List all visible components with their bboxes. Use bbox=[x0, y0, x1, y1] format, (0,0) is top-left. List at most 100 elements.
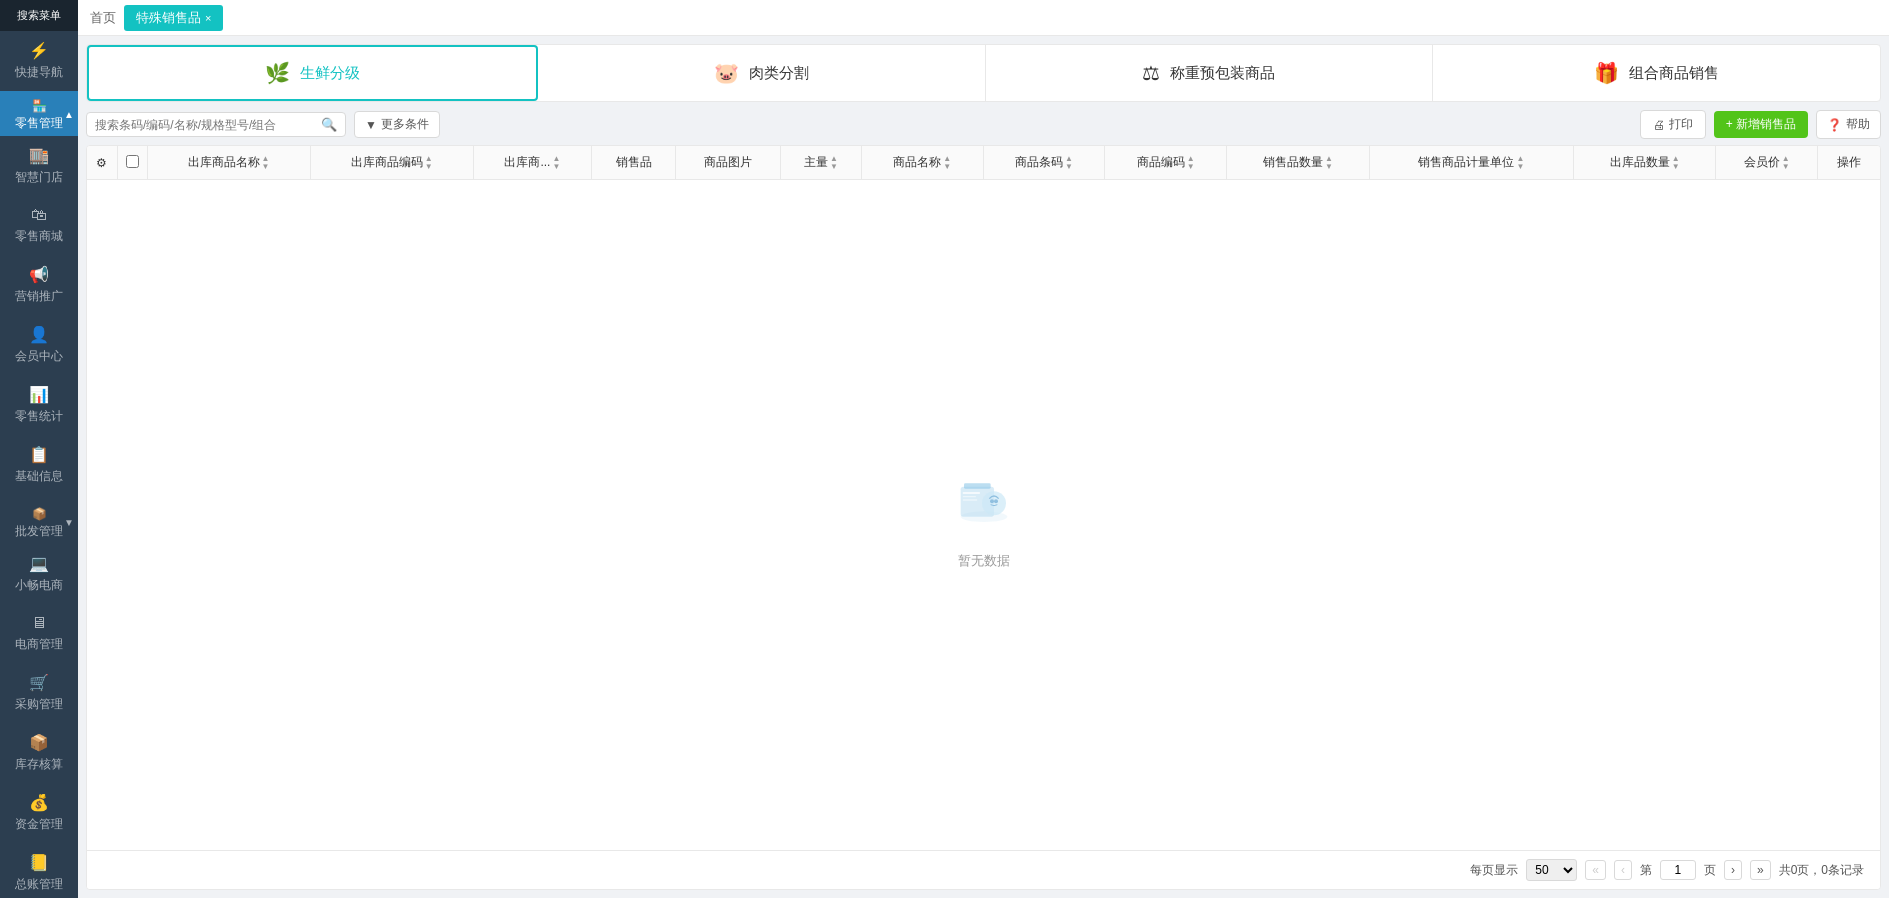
th-goods-name[interactable]: 商品名称 ▲▼ bbox=[861, 146, 983, 180]
svg-rect-2 bbox=[964, 483, 991, 488]
tab-weigh-pack[interactable]: ⚖ 称重预包装商品 bbox=[986, 45, 1434, 101]
sidebar-item-label: 零售统计 bbox=[15, 408, 63, 425]
table-container: ⚙ 出库商品名称 ▲▼ 出库 bbox=[86, 145, 1881, 890]
category-tabs: 🌿 生鲜分级 🐷 肉类分割 ⚖ 称重预包装商品 🎁 组合商品销售 bbox=[86, 44, 1881, 102]
sidebar-item-sales-promo[interactable]: 📢 营销推广 bbox=[0, 255, 78, 315]
gear-icon: ⚙ bbox=[96, 156, 107, 170]
sidebar-item-inventory[interactable]: 📦 库存核算 bbox=[0, 723, 78, 783]
add-sales-button[interactable]: + 新增销售品 bbox=[1714, 111, 1808, 138]
th-goods-barcode[interactable]: 商品条码 ▲▼ bbox=[983, 146, 1105, 180]
help-icon: ❓ bbox=[1827, 118, 1842, 132]
sidebar-item-quick-nav[interactable]: ⚡ 快捷导航 bbox=[0, 31, 78, 91]
per-page-label: 每页显示 bbox=[1470, 862, 1518, 879]
th-label: 出库商品编码 bbox=[351, 154, 423, 171]
sidebar-item-finance[interactable]: 💰 资金管理 bbox=[0, 783, 78, 843]
fresh-grade-icon: 🌿 bbox=[265, 61, 290, 85]
tab-meat-cut[interactable]: 🐷 肉类分割 bbox=[538, 45, 986, 101]
page-prefix-label: 第 bbox=[1640, 862, 1652, 879]
active-tab[interactable]: 特殊销售品 × bbox=[124, 5, 223, 31]
page-area: 🌿 生鲜分级 🐷 肉类分割 ⚖ 称重预包装商品 🎁 组合商品销售 🔍 bbox=[78, 36, 1889, 898]
th-sales-qty[interactable]: 销售品数量 ▲▼ bbox=[1227, 146, 1369, 180]
weigh-pack-icon: ⚖ bbox=[1142, 61, 1160, 85]
sort-arrows: ▲▼ bbox=[1187, 155, 1195, 171]
search-box[interactable]: 🔍 bbox=[86, 112, 346, 137]
sidebar-item-wholesale-mgmt[interactable]: 📦 批发管理 ▼ bbox=[0, 499, 78, 544]
th-sales-unit[interactable]: 销售商品计量单位 ▲▼ bbox=[1369, 146, 1573, 180]
print-button[interactable]: 🖨 打印 bbox=[1640, 110, 1706, 139]
sort-arrows: ▲▼ bbox=[830, 155, 838, 171]
sidebar-logo[interactable]: 搜索菜单 bbox=[0, 0, 78, 31]
svg-rect-8 bbox=[962, 499, 977, 500]
tab-close-icon[interactable]: × bbox=[205, 12, 211, 24]
sidebar-item-label: 基础信息 bbox=[15, 468, 63, 485]
print-icon: 🖨 bbox=[1653, 118, 1665, 132]
th-label: 商品条码 bbox=[1015, 154, 1063, 171]
sidebar-item-label: 批发管理 bbox=[15, 523, 63, 540]
tab-fresh-grade[interactable]: 🌿 生鲜分级 bbox=[87, 45, 538, 101]
sidebar-item-member-center[interactable]: 👤 会员中心 bbox=[0, 315, 78, 375]
sidebar-item-label: 库存核算 bbox=[15, 756, 63, 773]
th-out-goods-extra[interactable]: 出库商... ▲▼ bbox=[473, 146, 591, 180]
th-label: 商品名称 bbox=[893, 154, 941, 171]
tab-combo-sales-label: 组合商品销售 bbox=[1629, 64, 1719, 83]
sidebar-item-purchase-mgmt[interactable]: 🛒 采购管理 bbox=[0, 663, 78, 723]
first-page-button[interactable]: « bbox=[1585, 860, 1606, 880]
th-label: 操作 bbox=[1837, 155, 1861, 169]
next-page-button[interactable]: › bbox=[1724, 860, 1742, 880]
sidebar-item-retail-mall[interactable]: 🛍 零售商城 bbox=[0, 196, 78, 255]
filter-button[interactable]: ▼ 更多条件 bbox=[354, 111, 440, 138]
svg-rect-6 bbox=[962, 492, 979, 494]
th-member-price[interactable]: 会员价 ▲▼ bbox=[1716, 146, 1817, 180]
svg-rect-7 bbox=[962, 496, 975, 497]
sort-arrows: ▲▼ bbox=[1065, 155, 1073, 171]
sidebar-item-general-ledger[interactable]: 📒 总账管理 bbox=[0, 843, 78, 898]
page-number-input[interactable] bbox=[1660, 860, 1696, 880]
sort-arrows: ▲▼ bbox=[1782, 155, 1790, 171]
sort-arrows: ▲▼ bbox=[943, 155, 951, 171]
meat-cut-icon: 🐷 bbox=[714, 61, 739, 85]
help-button[interactable]: ❓ 帮助 bbox=[1816, 110, 1881, 139]
sidebar-item-smart-store[interactable]: 🏬 智慧门店 bbox=[0, 136, 78, 196]
retail-mgmt-icon: 🏪 bbox=[32, 99, 47, 113]
sidebar-item-retail-mgmt[interactable]: 🏪 零售管理 ▲ bbox=[0, 91, 78, 136]
th-out-goods-code[interactable]: 出库商品编码 ▲▼ bbox=[310, 146, 473, 180]
mini-ecom-icon: 💻 bbox=[29, 554, 49, 573]
select-all-checkbox[interactable] bbox=[126, 155, 139, 168]
main-content: 首页 特殊销售品 × 🌿 生鲜分级 🐷 肉类分割 ⚖ 称重预包装商品 🎁 组合商… bbox=[78, 0, 1889, 898]
search-input[interactable] bbox=[95, 118, 321, 132]
retail-mall-icon: 🛍 bbox=[31, 206, 47, 224]
last-page-button[interactable]: » bbox=[1750, 860, 1771, 880]
th-goods-code[interactable]: 商品编码 ▲▼ bbox=[1105, 146, 1227, 180]
per-page-select[interactable]: 50 10 20 100 bbox=[1526, 859, 1577, 881]
sidebar-item-basic-info[interactable]: 📋 基础信息 bbox=[0, 435, 78, 495]
sort-arrows: ▲▼ bbox=[1672, 155, 1680, 171]
breadcrumb: 首页 bbox=[90, 9, 116, 27]
sort-arrows: ▲▼ bbox=[262, 155, 270, 171]
basic-info-icon: 📋 bbox=[29, 445, 49, 464]
combo-sales-icon: 🎁 bbox=[1594, 61, 1619, 85]
tab-combo-sales[interactable]: 🎁 组合商品销售 bbox=[1433, 45, 1880, 101]
sidebar-item-retail-stats[interactable]: 📊 零售统计 bbox=[0, 375, 78, 435]
sidebar-item-mini-ecom[interactable]: 💻 小畅电商 bbox=[0, 544, 78, 604]
finance-icon: 💰 bbox=[29, 793, 49, 812]
print-label: 打印 bbox=[1669, 116, 1693, 133]
filter-label: 更多条件 bbox=[381, 116, 429, 133]
sidebar-item-label: 小畅电商 bbox=[15, 577, 63, 594]
prev-page-button[interactable]: ‹ bbox=[1614, 860, 1632, 880]
th-label: 销售品数量 bbox=[1263, 154, 1323, 171]
th-weight[interactable]: 主量 ▲▼ bbox=[781, 146, 862, 180]
th-label: 会员价 bbox=[1744, 154, 1780, 171]
th-out-goods-name[interactable]: 出库商品名称 ▲▼ bbox=[147, 146, 310, 180]
th-checkbox[interactable] bbox=[117, 146, 147, 180]
th-settings[interactable]: ⚙ bbox=[87, 146, 117, 180]
th-sales-goods: 销售品 bbox=[592, 146, 676, 180]
svg-point-4 bbox=[990, 499, 994, 503]
sidebar-item-label: 快捷导航 bbox=[15, 64, 63, 81]
wholesale-icon: 📦 bbox=[32, 507, 47, 521]
svg-point-3 bbox=[982, 491, 1006, 515]
pagination: 每页显示 50 10 20 100 « ‹ 第 页 › » 共0页，0条记录 bbox=[87, 850, 1880, 889]
toolbar: 🔍 ▼ 更多条件 🖨 打印 + 新增销售品 ❓ 帮助 bbox=[86, 110, 1881, 139]
th-out-qty[interactable]: 出库品数量 ▲▼ bbox=[1574, 146, 1716, 180]
toolbar-right: 🖨 打印 + 新增销售品 ❓ 帮助 bbox=[1640, 110, 1881, 139]
sidebar-item-ecom-mgmt[interactable]: 🖥 电商管理 bbox=[0, 604, 78, 663]
